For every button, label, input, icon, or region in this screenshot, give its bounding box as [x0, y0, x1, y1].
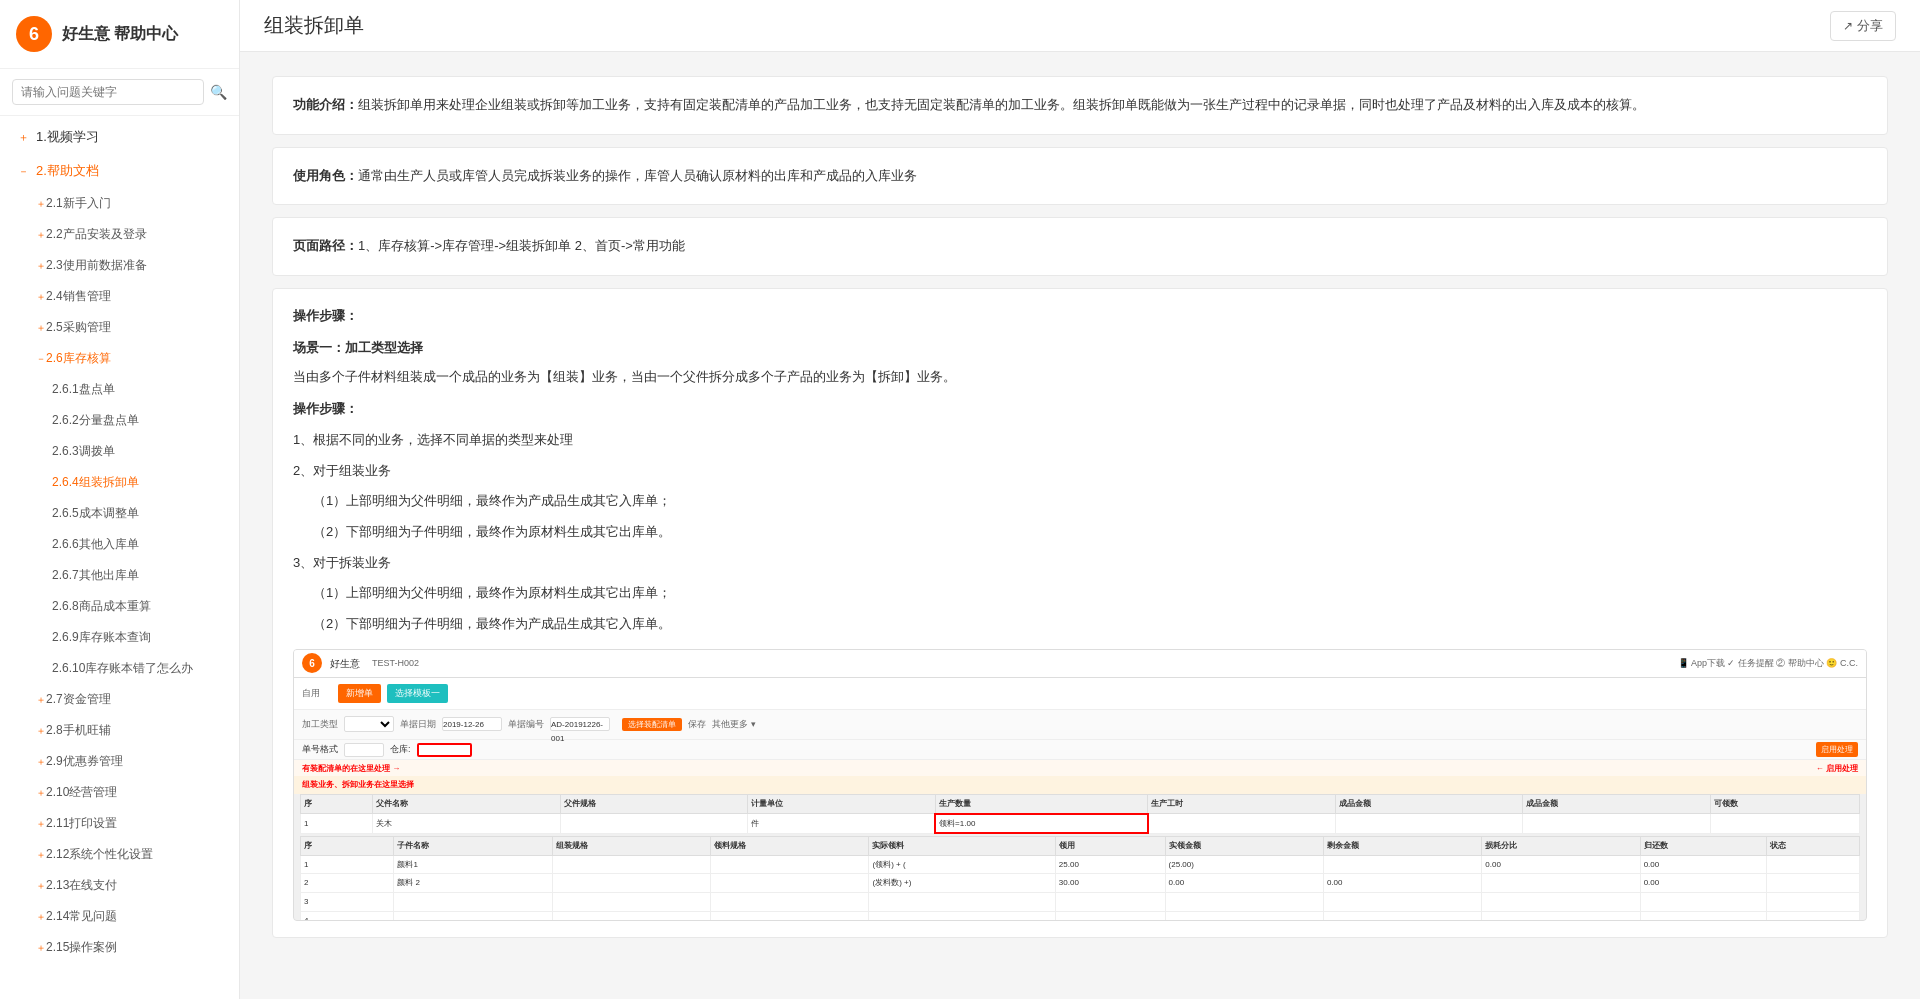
mock-topbar: 6 好生意 TEST-H002 📱 App下载 ✓ 任务提醒 ② 帮助中心 🙂 …	[294, 650, 1866, 678]
sidebar-item-s261[interactable]: 2.6.1盘点单	[0, 374, 239, 405]
plus-icon-s21: ＋	[36, 197, 46, 211]
plus-icon-s212: ＋	[36, 848, 46, 862]
sidebar-item-video[interactable]: ＋ 1.视频学习	[0, 120, 239, 154]
sidebar: 6 好生意 帮助中心 🔍 ＋ 1.视频学习 － 2.帮助文档 ＋ 2.1新手入门…	[0, 0, 240, 999]
nav-section: ＋ 1.视频学习 － 2.帮助文档 ＋ 2.1新手入门 ＋ 2.2产品安装及登录…	[0, 116, 239, 967]
plus-icon-s27: ＋	[36, 693, 46, 707]
screenshot-container: 6 好生意 TEST-H002 📱 App下载 ✓ 任务提醒 ② 帮助中心 🙂 …	[293, 649, 1867, 921]
plus-icon: ＋	[16, 130, 30, 144]
annotation3-text: ← 启用处理	[1816, 762, 1858, 776]
sidebar-item-s26[interactable]: － 2.6库存核算	[0, 343, 239, 374]
plus-icon-s210: ＋	[36, 786, 46, 800]
path-text: 页面路径：1、库存核算->库存管理->组装拆卸单 2、首页->常用功能	[293, 234, 1867, 259]
sidebar-item-s2610[interactable]: 2.6.10库存账本错了怎么办	[0, 653, 239, 684]
plus-icon-s213: ＋	[36, 879, 46, 893]
mock-select-bom-btn[interactable]: 选择装配清单	[622, 718, 682, 731]
sidebar-item-s213[interactable]: ＋ 2.13在线支付	[0, 870, 239, 901]
sidebar-item-s267[interactable]: 2.6.7其他出库单	[0, 560, 239, 591]
intro-text: 功能介绍：组装拆卸单用来处理企业组装或拆卸等加工业务，支持有固定装配清单的产品加…	[293, 93, 1867, 118]
path-block: 页面路径：1、库存核算->库存管理->组装拆卸单 2、首页->常用功能	[272, 217, 1888, 276]
sidebar-item-s21[interactable]: ＋ 2.1新手入门	[0, 188, 239, 219]
plus-icon-s214: ＋	[36, 910, 46, 924]
sidebar-item-s25[interactable]: ＋ 2.5采购管理	[0, 312, 239, 343]
role-text: 使用角色：通常由生产人员或库管人员完成拆装业务的操作，库管人员确认原材料的出库和…	[293, 164, 1867, 189]
mock-field-row: 加工类型 单据日期 2019-12-26 单据编号 AD-20191226-00…	[302, 716, 756, 732]
minus-icon: －	[16, 164, 30, 178]
scenario1-desc: 当由多个子件材料组装成一个成品的业务为【组装】业务，当由一个父件拆分成多个子产品…	[293, 365, 1867, 390]
table-row: 领料=1.00	[935, 814, 1148, 834]
sidebar-item-s265[interactable]: 2.6.5成本调整单	[0, 498, 239, 529]
sidebar-item-s210[interactable]: ＋ 2.10经营管理	[0, 777, 239, 808]
intro-block: 功能介绍：组装拆卸单用来处理企业组装或拆卸等加工业务，支持有固定装配清单的产品加…	[272, 76, 1888, 135]
mock-subtoolbar: 单号格式 仓库: 启用处理	[294, 740, 1866, 761]
main-area: 组装拆卸单 ↗ 分享 功能介绍：组装拆卸单用来处理企业组装或拆卸等加工业务，支持…	[240, 0, 1920, 999]
sidebar-item-s212[interactable]: ＋ 2.12系统个性化设置	[0, 839, 239, 870]
screenshot-mockup: 6 好生意 TEST-H002 📱 App下载 ✓ 任务提醒 ② 帮助中心 🙂 …	[294, 650, 1866, 920]
sidebar-item-s263[interactable]: 2.6.3调拨单	[0, 436, 239, 467]
sidebar-item-s23[interactable]: ＋ 2.3使用前数据准备	[0, 250, 239, 281]
logo-text: 好生意 帮助中心	[62, 24, 178, 45]
sidebar-item-s262[interactable]: 2.6.2分量盘点单	[0, 405, 239, 436]
sidebar-item-s215[interactable]: ＋ 2.15操作案例	[0, 932, 239, 963]
sidebar-item-docs[interactable]: － 2.帮助文档	[0, 154, 239, 188]
sidebar-item-s29[interactable]: ＋ 2.9优惠券管理	[0, 746, 239, 777]
search-icon[interactable]: 🔍	[210, 84, 227, 100]
plus-icon-s28: ＋	[36, 724, 46, 738]
page-title: 组装拆卸单	[264, 12, 364, 39]
mock-upper-table: 序 父件名称 父件规格 计量单位 生产数量 生产工时 成品金额 成品金额 可领数	[300, 794, 1860, 834]
step-label2: 操作步骤：	[293, 398, 1867, 420]
search-input[interactable]	[12, 79, 204, 105]
sidebar-item-s24[interactable]: ＋ 2.4销售管理	[0, 281, 239, 312]
steps-label: 操作步骤：	[293, 305, 1867, 327]
sidebar-item-s27[interactable]: ＋ 2.7资金管理	[0, 684, 239, 715]
logo-icon: 6	[16, 16, 52, 52]
sidebar-logo: 6 好生意 帮助中心	[0, 0, 239, 69]
search-box: 🔍	[0, 69, 239, 116]
plus-icon-s25: ＋	[36, 321, 46, 335]
role-block: 使用角色：通常由生产人员或库管人员完成拆装业务的操作，库管人员确认原材料的出库和…	[272, 147, 1888, 206]
sidebar-item-s266[interactable]: 2.6.6其他入库单	[0, 529, 239, 560]
sidebar-item-s214[interactable]: ＋ 2.14常见问题	[0, 901, 239, 932]
plus-icon-s22: ＋	[36, 228, 46, 242]
plus-icon-s211: ＋	[36, 817, 46, 831]
scenario1-label: 场景一：加工类型选择	[293, 337, 1867, 359]
top-bar: 组装拆卸单 ↗ 分享	[240, 0, 1920, 52]
steps-content: 1、根据不同的业务，选择不同单据的类型来处理 2、对于组装业务 （1）上部明细为…	[293, 428, 1867, 637]
mock-brand: 好生意	[330, 655, 360, 672]
steps-block: 操作步骤： 场景一：加工类型选择 当由多个子件材料组装成一个成品的业务为【组装】…	[272, 288, 1888, 938]
mock-app-bar: 自用 新增单 选择模板一	[294, 678, 1866, 710]
upper-table: 序 父件名称 父件规格 计量单位 生产数量 生产工时 成品金额 成品金额 可领数	[300, 794, 1860, 834]
plus-icon-s215: ＋	[36, 941, 46, 955]
share-icon: ↗	[1843, 19, 1853, 33]
content-area: 功能介绍：组装拆卸单用来处理企业组装或拆卸等加工业务，支持有固定装配清单的产品加…	[240, 52, 1920, 999]
annotation2-area: 组装业务、拆卸业务在这里选择	[294, 776, 1866, 794]
mock-toolbar: 加工类型 单据日期 2019-12-26 单据编号 AD-20191226-00…	[294, 710, 1866, 740]
sidebar-item-s264[interactable]: 2.6.4组装拆卸单	[0, 467, 239, 498]
plus-icon-s29: ＋	[36, 755, 46, 769]
mock-logo-small: 6	[302, 653, 322, 673]
mock-tab-template[interactable]: 选择模板一	[387, 684, 448, 703]
sidebar-item-s211[interactable]: ＋ 2.11打印设置	[0, 808, 239, 839]
mock-approve-btn[interactable]: 启用处理	[1816, 742, 1858, 758]
sidebar-item-s269[interactable]: 2.6.9库存账本查询	[0, 622, 239, 653]
annotation1-text: 有装配清单的在这里处理 →	[302, 762, 400, 776]
mock-company: TEST-H002	[372, 656, 419, 671]
lower-table: 序 子件名称 组装规格 领料规格 实际领料 领用 实领金额 剩余金额 损耗分比	[300, 836, 1860, 920]
sidebar-item-s28[interactable]: ＋ 2.8手机旺辅	[0, 715, 239, 746]
mock-lower-table: 序 子件名称 组装规格 领料规格 实际领料 领用 实领金额 剩余金额 损耗分比	[300, 836, 1860, 920]
share-button[interactable]: ↗ 分享	[1830, 11, 1896, 41]
mock-type-select[interactable]	[344, 716, 394, 732]
plus-icon-s23: ＋	[36, 259, 46, 273]
sidebar-item-s22[interactable]: ＋ 2.2产品安装及登录	[0, 219, 239, 250]
plus-icon-s24: ＋	[36, 290, 46, 304]
mock-tab-new[interactable]: 新增单	[338, 684, 381, 703]
minus-icon-s26: －	[36, 352, 46, 366]
sidebar-item-s268[interactable]: 2.6.8商品成本重算	[0, 591, 239, 622]
